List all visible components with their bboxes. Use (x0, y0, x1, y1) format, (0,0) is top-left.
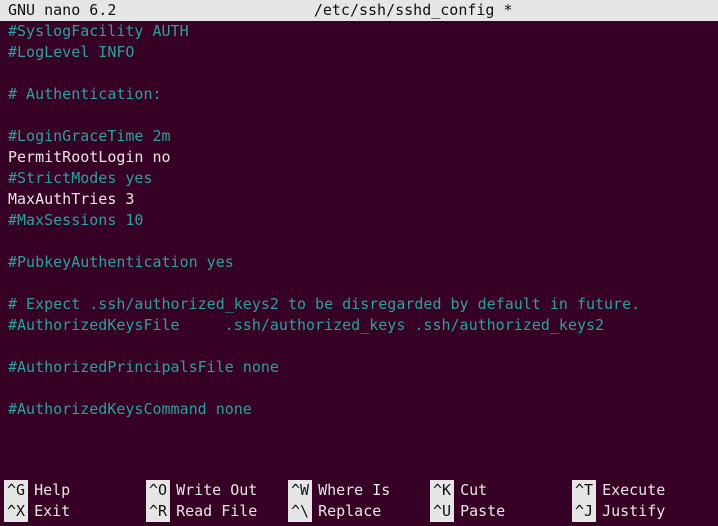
shortcut-key: ^R (146, 501, 170, 522)
app-name: GNU nano 6.2 (8, 0, 116, 21)
editor-line: #SyslogFacility AUTH (8, 21, 710, 42)
editor-line: #LoginGraceTime 2m (8, 126, 710, 147)
shortcut-row-1: ^G Help ^O Write Out ^W Where Is ^K Cut ^T Execut… (4, 480, 714, 501)
shortcut-item[interactable]: ^T Execute (572, 480, 714, 501)
shortcut-label: Where Is (318, 480, 390, 501)
editor-line: PermitRootLogin no (8, 147, 710, 168)
file-name: /etc/ssh/sshd_config * (116, 0, 710, 21)
shortcut-item[interactable]: ^U Paste (430, 501, 572, 522)
shortcut-key: ^K (430, 480, 454, 501)
editor-line (8, 63, 710, 84)
titlebar: GNU nano 6.2 /etc/ssh/sshd_config * (0, 0, 718, 21)
shortcut-item[interactable]: ^O Write Out (146, 480, 288, 501)
shortcut-label: Execute (602, 480, 665, 501)
shortcut-item[interactable]: ^\ Replace (288, 501, 430, 522)
shortcut-item[interactable]: ^J Justify (572, 501, 714, 522)
shortcut-key: ^U (430, 501, 454, 522)
shortcut-label: Paste (460, 501, 505, 522)
shortcut-key: ^J (572, 501, 596, 522)
shortcut-item[interactable]: ^R Read File (146, 501, 288, 522)
editor-line: #MaxSessions 10 (8, 210, 710, 231)
editor-area[interactable]: #SyslogFacility AUTH#LogLevel INFO # Auth… (0, 21, 718, 420)
editor-line (8, 231, 710, 252)
editor-line: # Expect .ssh/authorized_keys2 to be dis… (8, 294, 710, 315)
editor-line: #StrictModes yes (8, 168, 710, 189)
shortcut-key: ^X (4, 501, 28, 522)
shortcut-item[interactable]: ^K Cut (430, 480, 572, 501)
editor-line: #AuthorizedKeysCommand none (8, 399, 710, 420)
shortcut-label: Read File (176, 501, 257, 522)
editor-line (8, 336, 710, 357)
shortcut-key: ^W (288, 480, 312, 501)
shortcut-key: ^O (146, 480, 170, 501)
shortcut-item[interactable]: ^W Where Is (288, 480, 430, 501)
editor-line: #AuthorizedPrincipalsFile none (8, 357, 710, 378)
shortcut-label: Exit (34, 501, 70, 522)
shortcut-bar: ^G Help ^O Write Out ^W Where Is ^K Cut ^T Execut… (0, 480, 718, 522)
editor-line: # Authentication: (8, 84, 710, 105)
shortcut-item[interactable]: ^X Exit (4, 501, 146, 522)
editor-line (8, 105, 710, 126)
editor-line (8, 378, 710, 399)
editor-line: #LogLevel INFO (8, 42, 710, 63)
shortcut-key: ^\ (288, 501, 312, 522)
shortcut-label: Justify (602, 501, 665, 522)
shortcut-label: Cut (460, 480, 487, 501)
shortcut-key: ^G (4, 480, 28, 501)
editor-line: #AuthorizedKeysFile .ssh/authorized_keys… (8, 315, 710, 336)
shortcut-label: Replace (318, 501, 381, 522)
shortcut-item[interactable]: ^G Help (4, 480, 146, 501)
editor-line: #PubkeyAuthentication yes (8, 252, 710, 273)
shortcut-key: ^T (572, 480, 596, 501)
shortcut-row-2: ^X Exit ^R Read File ^\ Replace ^U Paste ^J Justi… (4, 501, 714, 522)
shortcut-label: Help (34, 480, 70, 501)
editor-line: MaxAuthTries 3 (8, 189, 710, 210)
shortcut-label: Write Out (176, 480, 257, 501)
editor-line (8, 273, 710, 294)
